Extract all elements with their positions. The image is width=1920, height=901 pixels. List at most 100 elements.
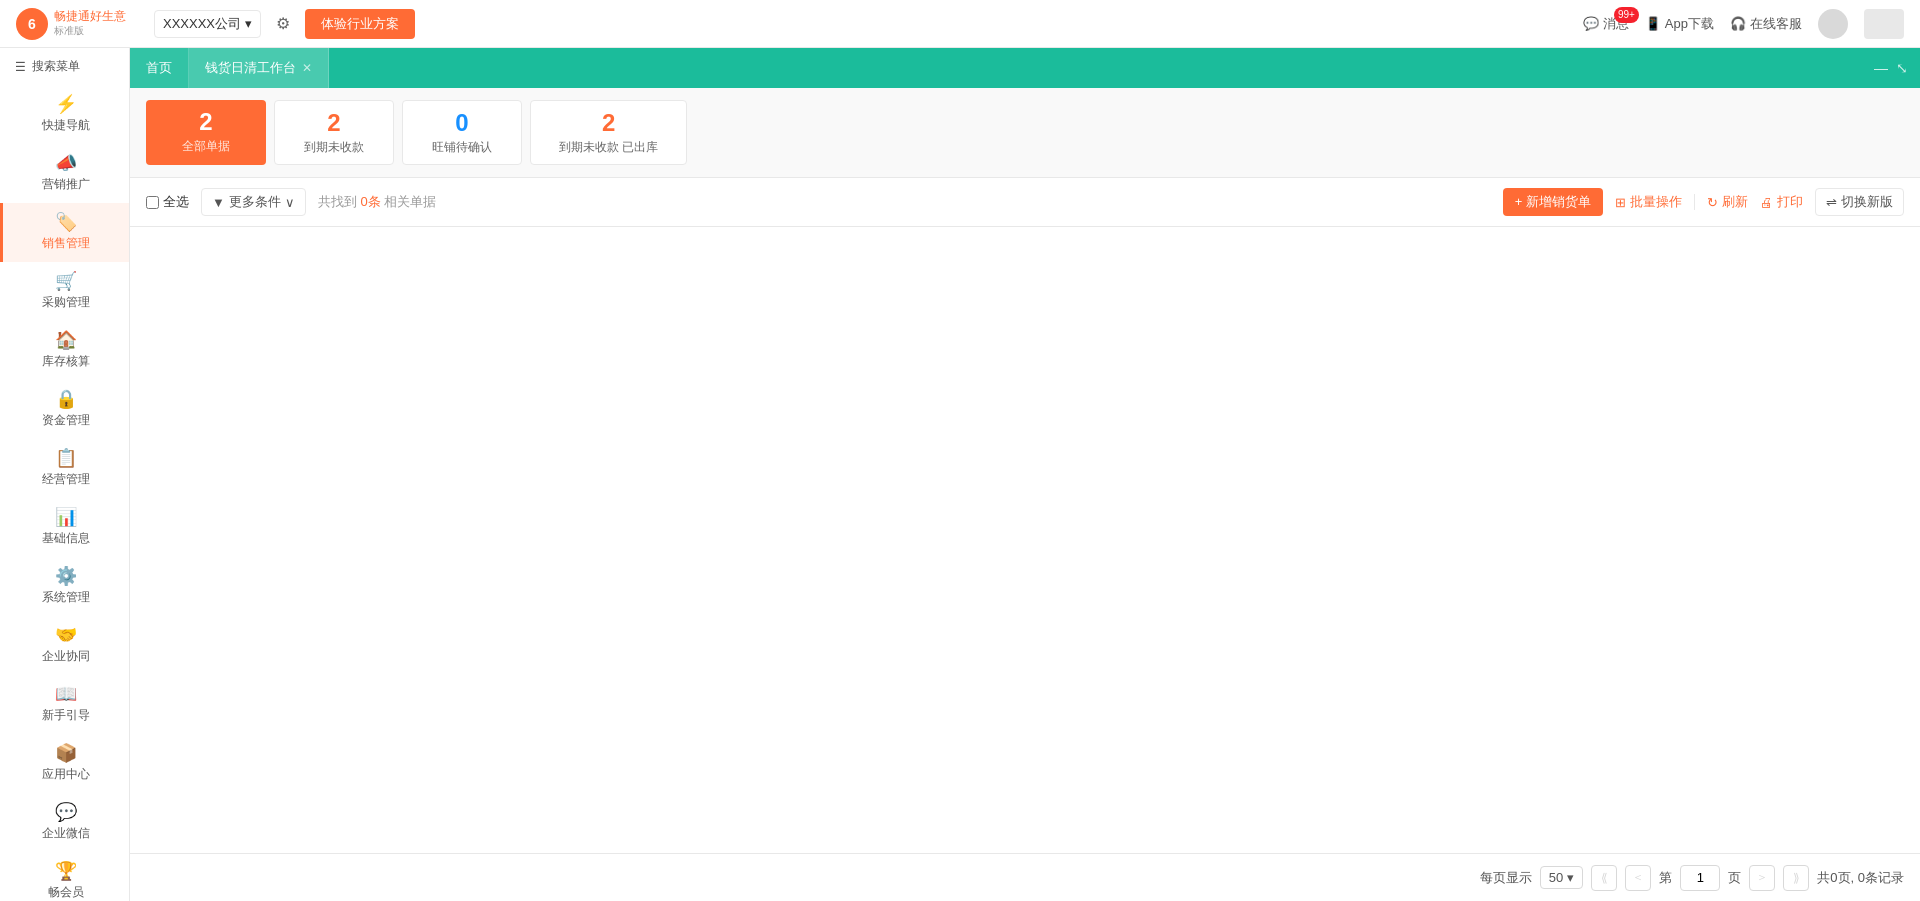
member-icon: 🏆 bbox=[55, 862, 77, 880]
sidebar-item-label: 快捷导航 bbox=[42, 117, 90, 134]
tab-maximize-icon[interactable]: ⤡ bbox=[1896, 60, 1908, 76]
tab-workbench[interactable]: 钱货日清工作台 ✕ bbox=[189, 48, 329, 88]
page-content: 2 全部单据 2 到期未收款 0 旺铺待确认 2 到期未收款 已出库 bbox=[130, 88, 1920, 901]
sidebar-item-inventory[interactable]: 🏠 库存核算 bbox=[0, 321, 129, 380]
sidebar-item-system[interactable]: ⚙️ 系统管理 bbox=[0, 557, 129, 616]
sidebar-item-app-center[interactable]: 📦 应用中心 bbox=[0, 734, 129, 793]
refresh-label: 刷新 bbox=[1722, 193, 1748, 211]
tab-home[interactable]: 首页 bbox=[130, 48, 189, 88]
batch-label: 批量操作 bbox=[1630, 193, 1682, 211]
search-menu-btn[interactable]: ☰ 搜索菜单 bbox=[0, 48, 129, 85]
stat-card-overdue[interactable]: 2 到期未收款 bbox=[274, 100, 394, 165]
online-service-label: 在线客服 bbox=[1750, 15, 1802, 33]
print-btn[interactable]: 🖨 打印 bbox=[1760, 193, 1803, 211]
page-size-select[interactable]: 50 ▾ bbox=[1540, 866, 1583, 889]
stats-bar: 2 全部单据 2 到期未收款 0 旺铺待确认 2 到期未收款 已出库 bbox=[130, 88, 1920, 178]
tab-home-label: 首页 bbox=[146, 59, 172, 77]
messages-btn[interactable]: 💬 消息 99+ bbox=[1583, 15, 1629, 33]
top-bar-left: 6 畅捷通好生意 标准版 XXXXXX公司 ▾ ⚙ 体验行业方案 bbox=[16, 8, 415, 40]
top-bar: 6 畅捷通好生意 标准版 XXXXXX公司 ▾ ⚙ 体验行业方案 💬 消息 99… bbox=[0, 0, 1920, 48]
try-btn[interactable]: 体验行业方案 bbox=[305, 9, 415, 39]
tab-minimize-icon[interactable]: — bbox=[1874, 60, 1888, 76]
sidebar-item-finance[interactable]: 🔒 资金管理 bbox=[0, 380, 129, 439]
more-filters-btn[interactable]: ▼ 更多条件 ∨ bbox=[201, 188, 306, 216]
company-selector[interactable]: XXXXXX公司 ▾ bbox=[154, 10, 261, 38]
page-next-btn[interactable]: ＞ bbox=[1749, 865, 1775, 891]
settings-icon[interactable]: ⚙ bbox=[269, 10, 297, 38]
sidebar-item-operations[interactable]: 📋 经营管理 bbox=[0, 439, 129, 498]
tab-bar: 首页 钱货日清工作台 ✕ — ⤡ bbox=[130, 48, 1920, 88]
sidebar-item-wechat[interactable]: 💬 企业微信 bbox=[0, 793, 129, 852]
content-area: 首页 钱货日清工作台 ✕ — ⤡ 2 全部单据 2 到期未收款 bbox=[130, 48, 1920, 901]
chevron-down-icon: ▾ bbox=[245, 16, 252, 31]
stat-label-overdue: 到期未收款 bbox=[304, 139, 364, 156]
switch-label: 切换新版 bbox=[1841, 193, 1893, 211]
sidebar-item-sales[interactable]: 🏷️ 销售管理 bbox=[0, 203, 129, 262]
search-icon: ☰ bbox=[15, 60, 26, 74]
sidebar-item-label: 应用中心 bbox=[42, 766, 90, 783]
stat-card-all[interactable]: 2 全部单据 bbox=[146, 100, 266, 165]
logo-icon: 6 bbox=[16, 8, 48, 40]
page-size-chevron: ▾ bbox=[1567, 870, 1574, 885]
sidebar-item-marketing[interactable]: 📣 营销推广 bbox=[0, 144, 129, 203]
stat-number-pending: 0 bbox=[455, 109, 468, 137]
page-label: 第 bbox=[1659, 869, 1672, 887]
enterprise-icon: 🤝 bbox=[55, 626, 77, 644]
stat-label-shipped: 到期未收款 已出库 bbox=[559, 139, 658, 156]
switch-version-btn[interactable]: ⇌ 切换新版 bbox=[1815, 188, 1904, 216]
select-all-input[interactable] bbox=[146, 196, 159, 209]
sidebar-item-quick-nav[interactable]: ⚡ 快捷导航 bbox=[0, 85, 129, 144]
print-label: 打印 bbox=[1777, 193, 1803, 211]
sidebar-item-enterprise[interactable]: 🤝 企业协同 bbox=[0, 616, 129, 675]
operations-icon: 📋 bbox=[55, 449, 77, 467]
page-label-end: 页 bbox=[1728, 869, 1741, 887]
company-name: XXXXXX公司 bbox=[163, 15, 241, 33]
tab-close-icon[interactable]: ✕ bbox=[302, 61, 312, 75]
stat-number-shipped: 2 bbox=[602, 109, 615, 137]
sidebar-item-label: 新手引导 bbox=[42, 707, 90, 724]
select-all-checkbox[interactable]: 全选 bbox=[146, 193, 189, 211]
select-all-label: 全选 bbox=[163, 193, 189, 211]
basic-info-icon: 📊 bbox=[55, 508, 77, 526]
sales-icon: 🏷️ bbox=[55, 213, 77, 231]
quick-nav-icon: ⚡ bbox=[55, 95, 77, 113]
per-page-label: 每页显示 bbox=[1480, 869, 1532, 887]
more-filters-label: 更多条件 bbox=[229, 193, 281, 211]
inventory-icon: 🏠 bbox=[55, 331, 77, 349]
main-layout: ☰ 搜索菜单 ⚡ 快捷导航 📣 营销推广 🏷️ 销售管理 🛒 采购管理 🏠 库存… bbox=[0, 48, 1920, 901]
page-input[interactable] bbox=[1680, 865, 1720, 891]
sidebar-item-guide[interactable]: 📖 新手引导 bbox=[0, 675, 129, 734]
sidebar-item-basic-info[interactable]: 📊 基础信息 bbox=[0, 498, 129, 557]
page-last-btn[interactable]: ⟫ bbox=[1783, 865, 1809, 891]
page-first-btn[interactable]: ⟪ bbox=[1591, 865, 1617, 891]
sidebar-item-member[interactable]: 🏆 畅会员 bbox=[0, 852, 129, 901]
stat-card-shipped[interactable]: 2 到期未收款 已出库 bbox=[530, 100, 687, 165]
tab-bar-actions: — ⤡ bbox=[1862, 48, 1920, 88]
page-prev-btn[interactable]: ＜ bbox=[1625, 865, 1651, 891]
table-area bbox=[130, 227, 1920, 853]
sidebar-item-label: 销售管理 bbox=[42, 235, 90, 252]
logo-text-group: 畅捷通好生意 标准版 bbox=[54, 9, 126, 39]
result-text: 共找到 0条 相关单据 bbox=[318, 193, 436, 211]
sidebar-item-label: 企业微信 bbox=[42, 825, 90, 842]
refresh-btn[interactable]: ↻ 刷新 bbox=[1707, 193, 1748, 211]
sidebar-item-label: 资金管理 bbox=[42, 412, 90, 429]
stat-card-pending[interactable]: 0 旺铺待确认 bbox=[402, 100, 522, 165]
add-sale-btn[interactable]: + 新增销货单 bbox=[1503, 188, 1603, 216]
stat-number-overdue: 2 bbox=[327, 109, 340, 137]
stat-label-all: 全部单据 bbox=[182, 138, 230, 155]
avatar[interactable] bbox=[1818, 9, 1848, 39]
total-info: 共0页, 0条记录 bbox=[1817, 869, 1904, 887]
app-download-btn[interactable]: 📱 App下载 bbox=[1645, 15, 1714, 33]
purchase-icon: 🛒 bbox=[55, 272, 77, 290]
finance-icon: 🔒 bbox=[55, 390, 77, 408]
wechat-icon: 💬 bbox=[55, 803, 77, 821]
batch-btn[interactable]: ⊞ 批量操作 bbox=[1615, 193, 1682, 211]
filter-icon: ▼ bbox=[212, 195, 225, 210]
divider bbox=[1694, 194, 1695, 210]
online-service-btn[interactable]: 🎧 在线客服 bbox=[1730, 15, 1802, 33]
sidebar-item-purchase[interactable]: 🛒 采购管理 bbox=[0, 262, 129, 321]
download-icon: 📱 bbox=[1645, 16, 1661, 31]
user-name-area[interactable] bbox=[1864, 9, 1904, 39]
stat-number-all: 2 bbox=[199, 108, 212, 136]
